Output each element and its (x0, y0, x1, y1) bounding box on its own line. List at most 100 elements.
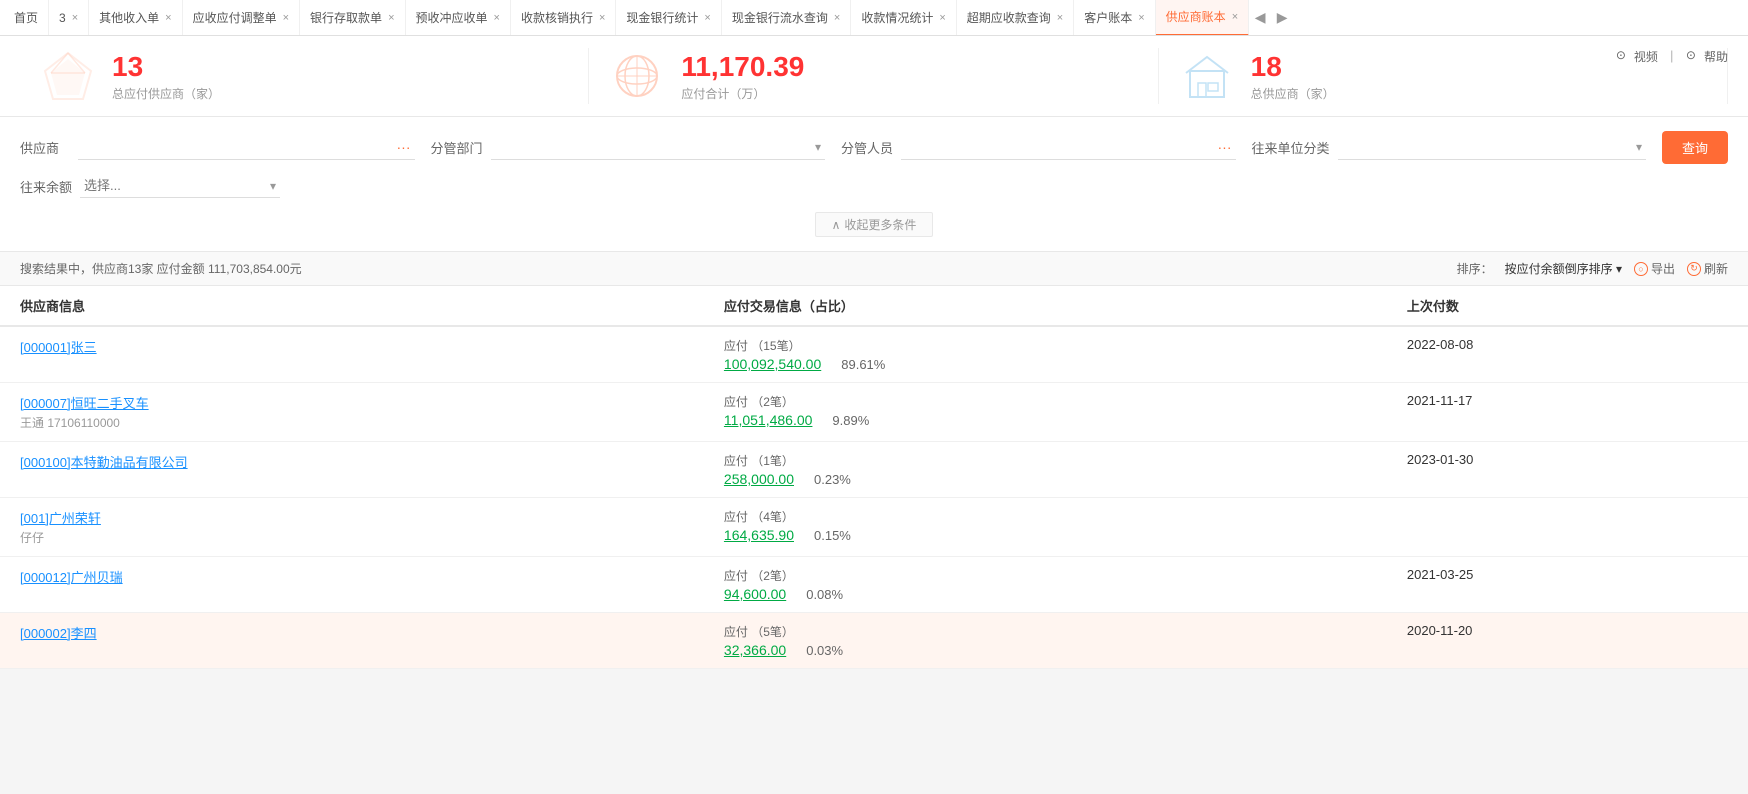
top-navigation: 首页 3 × 其他收入单 × 应收应付调整单 × 银行存取款单 × 预收冲应收单… (0, 0, 1748, 36)
nav-tab-other-income-close[interactable]: × (165, 12, 171, 24)
person-ellipsis-btn[interactable]: ··· (1214, 137, 1236, 157)
header-supplier-info: 供应商信息 (0, 286, 704, 326)
export-button[interactable]: ○ 导出 (1634, 260, 1675, 277)
nav-tab-cash-bank-flow[interactable]: 现金银行流水查询 × (722, 0, 851, 36)
percentage-text: 89.61% (841, 357, 885, 372)
nav-tab-supplier-account-close[interactable]: × (1232, 11, 1238, 23)
department-dropdown-btn[interactable]: ▾ (811, 138, 825, 156)
supplier-link[interactable]: [000012]广州贝瑞 (20, 570, 123, 585)
amount-link[interactable]: 164,635.90 (724, 527, 794, 543)
amount-link[interactable]: 258,000.00 (724, 471, 794, 487)
nav-tab-other-income-label: 其他收入单 (99, 9, 159, 26)
video-link[interactable]: 视频 (1634, 48, 1658, 65)
nav-tab-collection-exec[interactable]: 收款核销执行 × (511, 0, 616, 36)
nav-tab-bank-deposit-close[interactable]: × (388, 12, 394, 24)
nav-tab-overdue-query-label: 超期应收款查询 (967, 9, 1051, 26)
nav-tab-3-close[interactable]: × (72, 12, 78, 24)
ap-info-cell: 应付 （5笔）32,366.000.03% (704, 613, 1387, 669)
nav-tab-other-income[interactable]: 其他收入单 × (89, 0, 182, 36)
balance-input[interactable] (80, 174, 266, 197)
nav-tab-3-label: 3 (59, 11, 66, 25)
table-row: [000012]广州贝瑞应付 （2笔）94,600.000.08%2021-03… (0, 557, 1748, 613)
help-link[interactable]: 帮助 (1704, 48, 1728, 65)
nav-tab-ap-adjust[interactable]: 应收应付调整单 × (183, 0, 300, 36)
nav-tab-collection-stat-label: 收款情况统计 (861, 9, 933, 26)
nav-tab-customer-account[interactable]: 客户账本 × (1074, 0, 1155, 36)
supplier-table: 供应商信息 应付交易信息（占比） 上次付数 [000001]张三应付 （15笔）… (0, 286, 1748, 669)
supplier-info-cell: [000012]广州贝瑞 (0, 557, 704, 613)
department-label: 分管部门 (431, 138, 483, 157)
department-input[interactable] (491, 136, 811, 159)
nav-tab-cash-bank-stat-label: 现金银行统计 (626, 9, 698, 26)
person-input[interactable] (901, 136, 1213, 159)
category-dropdown-btn[interactable]: ▾ (1632, 138, 1646, 156)
supplier-info-cell: [000007]恒旺二手叉车王通 17106110000 (0, 383, 704, 442)
supplier-info-cell: [000001]张三 (0, 326, 704, 383)
supplier-link[interactable]: [000001]张三 (20, 340, 97, 355)
category-input-wrapper: ▾ (1338, 136, 1646, 160)
supplier-info-cell: [000002]李四 (0, 613, 704, 669)
category-label: 往来单位分类 (1252, 138, 1330, 157)
header-ap-info: 应付交易信息（占比） (704, 286, 1387, 326)
refresh-button[interactable]: ↻ 刷新 (1687, 260, 1728, 277)
ap-info-cell: 应付 （2笔）11,051,486.009.89% (704, 383, 1387, 442)
supplier-link[interactable]: [000002]李四 (20, 626, 97, 641)
supplier-sub-info: 仔仔 (20, 529, 684, 546)
search-area: 供应商 ··· 分管部门 ▾ 分管人员 ··· 往来单位分类 ▾ (0, 117, 1748, 252)
department-input-wrapper: ▾ (491, 136, 825, 160)
ap-total-number: 11,170.39 (681, 50, 804, 84)
search-row-2: 往来余额 ▾ (20, 174, 1728, 198)
supplier-link[interactable]: [000007]恒旺二手叉车 (20, 396, 149, 411)
nav-tab-ap-adjust-close[interactable]: × (283, 12, 289, 24)
nav-right-arrow[interactable]: ▶ (1271, 0, 1293, 36)
nav-tab-collection-stat-close[interactable]: × (939, 12, 945, 24)
nav-tab-bank-deposit[interactable]: 银行存取款单 × (300, 0, 405, 36)
nav-tab-home[interactable]: 首页 (4, 0, 49, 36)
nav-tab-advance-write-label: 预收冲应收单 (416, 9, 488, 26)
nav-tab-home-label: 首页 (14, 9, 38, 26)
balance-field: 往来余额 ▾ (20, 174, 280, 198)
nav-tab-overdue-query-close[interactable]: × (1057, 12, 1063, 24)
supplier-link[interactable]: [000100]本特勤油品有限公司 (20, 455, 188, 470)
ap-label: 应付 （2笔） (724, 567, 1367, 584)
nav-tab-customer-account-label: 客户账本 (1084, 9, 1132, 26)
sort-value[interactable]: 按应付余额倒序排序 ▾ (1505, 260, 1622, 277)
last-payment-cell: 2021-03-25 (1387, 557, 1748, 613)
nav-tab-supplier-account[interactable]: 供应商账本 × (1156, 0, 1249, 36)
nav-left-arrow[interactable]: ◀ (1249, 0, 1271, 36)
percentage-text: 0.23% (814, 472, 851, 487)
result-bar: 搜索结果中，供应商13家 应付金额 111,703,854.00元 排序： 按应… (0, 252, 1748, 286)
nav-tab-cash-bank-stat-close[interactable]: × (704, 12, 710, 24)
nav-tab-advance-write[interactable]: 预收冲应收单 × (406, 0, 511, 36)
nav-tab-collection-exec-close[interactable]: × (599, 12, 605, 24)
last-payment-cell: 2023-01-30 (1387, 442, 1748, 498)
collapse-button[interactable]: ∧ 收起更多条件 (815, 212, 934, 237)
ap-label: 应付 （15笔） (724, 337, 1367, 354)
nav-tab-cash-bank-stat[interactable]: 现金银行统计 × (616, 0, 721, 36)
export-label: 导出 (1651, 260, 1675, 277)
amount-link[interactable]: 32,366.00 (724, 642, 786, 658)
nav-tab-cash-bank-flow-close[interactable]: × (834, 12, 840, 24)
nav-tab-ap-adjust-label: 应收应付调整单 (193, 9, 277, 26)
category-input[interactable] (1338, 136, 1632, 159)
table-row: [000001]张三应付 （15笔）100,092,540.0089.61%20… (0, 326, 1748, 383)
nav-tab-customer-account-close[interactable]: × (1138, 12, 1144, 24)
amount-link[interactable]: 11,051,486.00 (724, 412, 813, 428)
amount-link[interactable]: 100,092,540.00 (724, 356, 821, 372)
supplier-ellipsis-btn[interactable]: ··· (393, 137, 415, 157)
table-row: [000100]本特勤油品有限公司应付 （1笔）258,000.000.23%2… (0, 442, 1748, 498)
person-input-wrapper: ··· (901, 136, 1235, 160)
supplier-input[interactable] (78, 136, 393, 159)
nav-tab-collection-stat[interactable]: 收款情况统计 × (851, 0, 956, 36)
query-button[interactable]: 查询 (1662, 131, 1728, 164)
nav-tab-overdue-query[interactable]: 超期应收款查询 × (957, 0, 1074, 36)
amount-link[interactable]: 94,600.00 (724, 586, 786, 602)
supplier-link[interactable]: [001]广州荣轩 (20, 511, 101, 526)
nav-tab-supplier-account-label: 供应商账本 (1166, 8, 1226, 25)
supplier-sub-info: 王通 17106110000 (20, 414, 684, 431)
balance-dropdown-btn[interactable]: ▾ (266, 177, 280, 195)
balance-label: 往来余额 (20, 177, 72, 196)
nav-tab-3[interactable]: 3 × (49, 0, 89, 36)
collapse-row: ∧ 收起更多条件 (20, 208, 1728, 241)
nav-tab-advance-write-close[interactable]: × (494, 12, 500, 24)
